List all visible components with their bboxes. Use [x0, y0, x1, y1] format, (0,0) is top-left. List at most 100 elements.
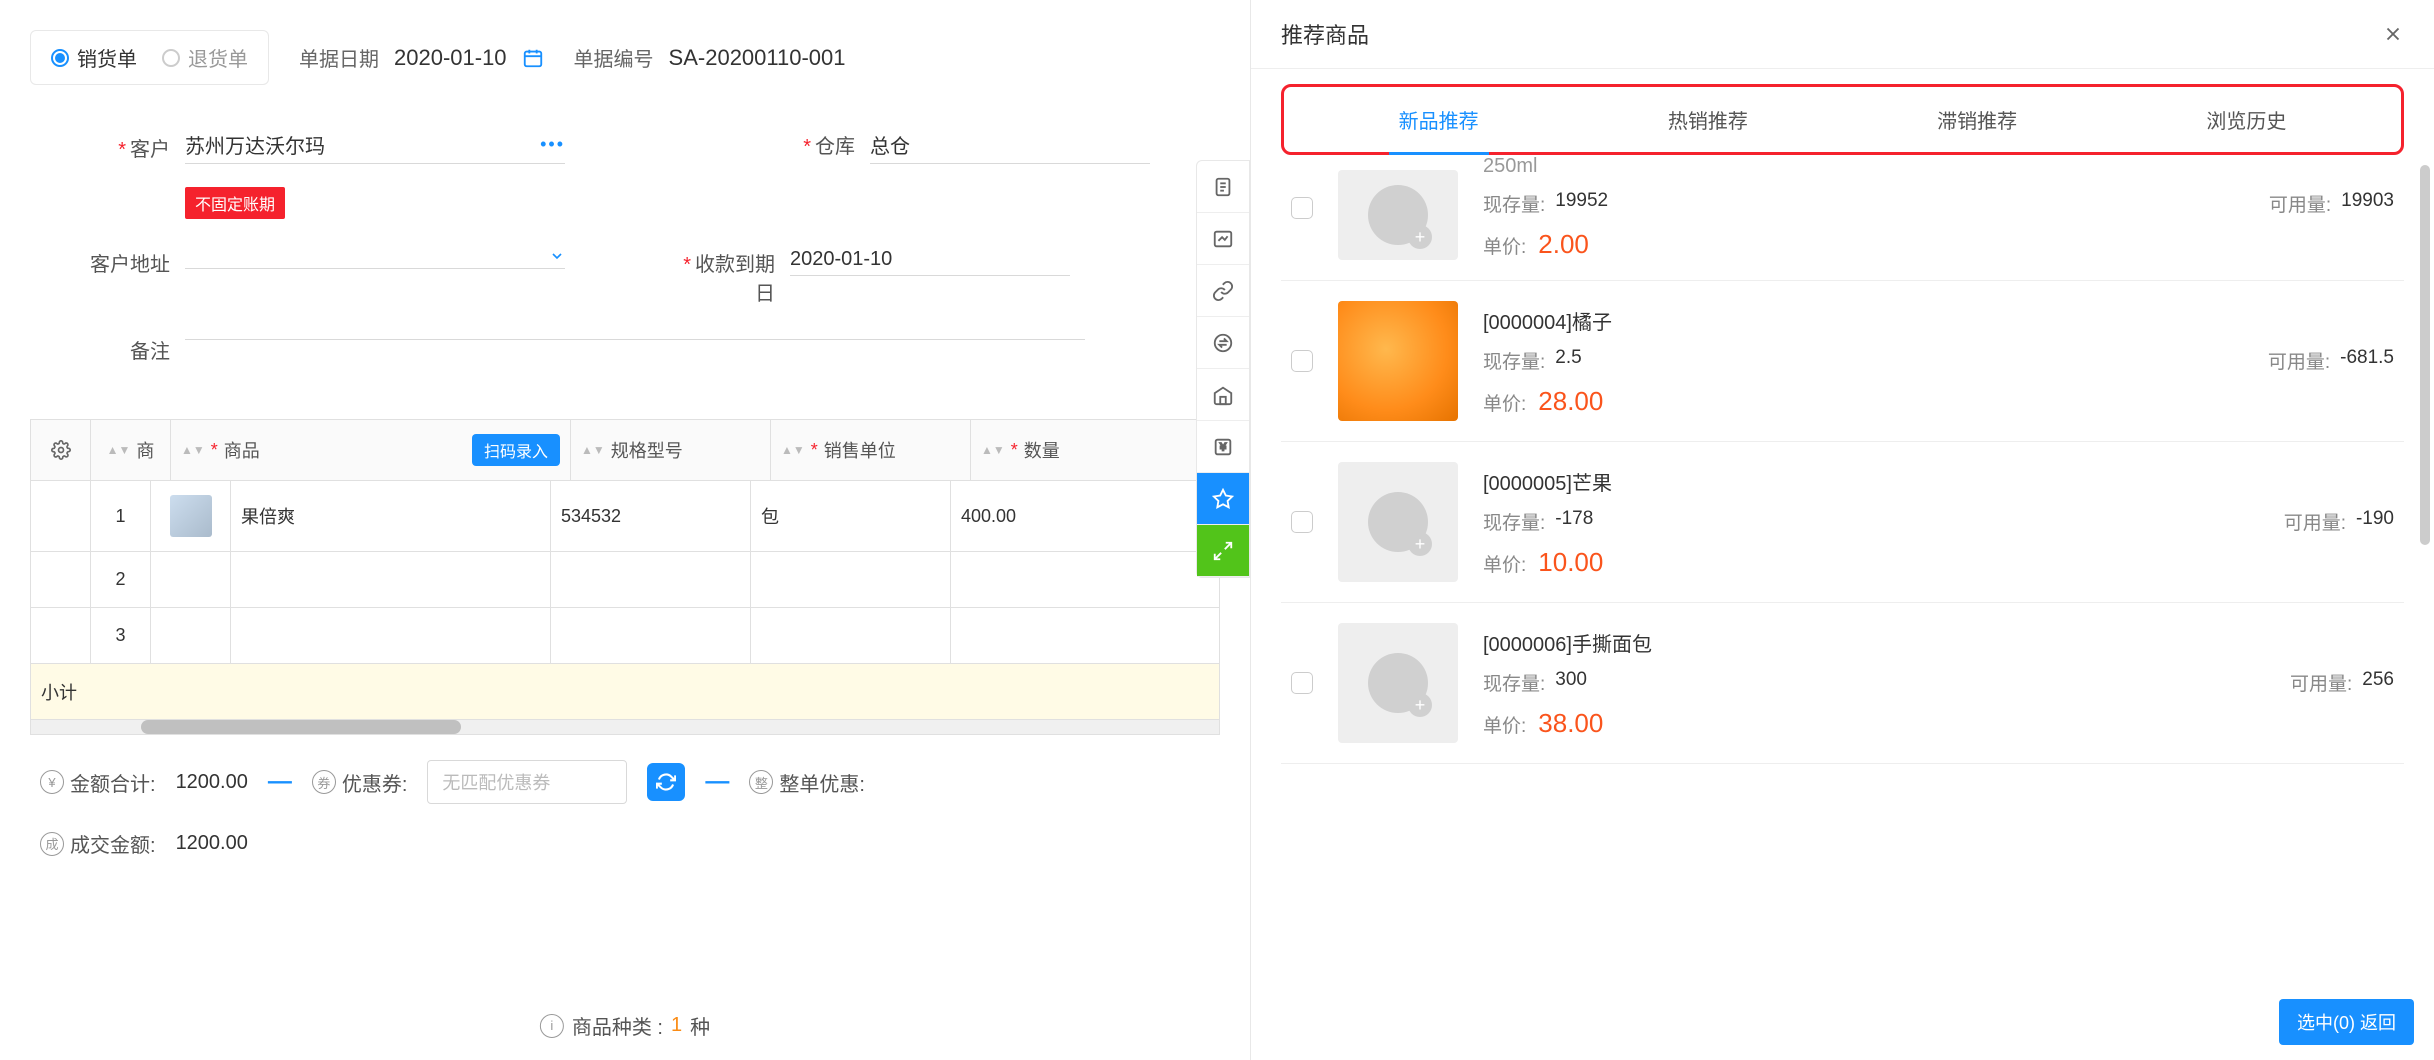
link-icon[interactable]	[1197, 265, 1249, 317]
exchange-icon[interactable]	[1197, 317, 1249, 369]
stock-value: -178	[1555, 508, 1593, 535]
price-label: 单价:	[1483, 389, 1526, 416]
table-row[interactable]: 3	[31, 608, 1219, 664]
cell-product[interactable]: 果倍爽	[231, 481, 551, 551]
more-icon[interactable]: •••	[540, 134, 565, 155]
recommend-item[interactable]: [0000004]橘子 现存量:2.5 可用量:-681.5 单价:28.00	[1281, 281, 2404, 442]
cell-spec[interactable]: 534532	[551, 481, 751, 551]
horizontal-scrollbar[interactable]	[31, 720, 1219, 734]
radio-label: 退货单	[188, 43, 248, 72]
product-name: [0000006]手撕面包	[1483, 628, 2394, 657]
calendar-icon[interactable]	[522, 47, 544, 69]
item-checkbox[interactable]	[1291, 350, 1313, 372]
product-image	[1338, 462, 1458, 582]
remark-input[interactable]	[185, 331, 1085, 340]
deal-icon: 成	[40, 832, 64, 856]
warehouse-input[interactable]: 总仓	[870, 126, 1150, 164]
price-value: 10.00	[1538, 547, 1603, 578]
recommend-tabs: 新品推荐 热销推荐 滞销推荐 浏览历史	[1281, 84, 2404, 155]
radio-dot-icon	[51, 49, 69, 67]
stock-value: 19952	[1555, 190, 1608, 217]
recommend-item[interactable]: [0000006]手撕面包 现存量:300 可用量:256 单价:38.00	[1281, 603, 2404, 764]
tab-slow-products[interactable]: 滞销推荐	[1917, 95, 2037, 144]
refresh-coupon-button[interactable]	[647, 763, 685, 801]
coupon-input[interactable]: 无匹配优惠券	[427, 760, 627, 804]
scan-input-badge[interactable]: 扫码录入	[472, 434, 560, 466]
radio-return-order[interactable]: 退货单	[162, 43, 248, 72]
tab-browse-history[interactable]: 浏览历史	[2186, 95, 2306, 144]
product-thumb	[170, 495, 212, 537]
col-spec[interactable]: ▲▼规格型号	[571, 420, 771, 480]
row-index: 3	[91, 608, 151, 663]
tab-hot-products[interactable]: 热销推荐	[1648, 95, 1768, 144]
product-name: [0000004]橘子	[1483, 306, 2394, 335]
warehouse-label: *仓库	[745, 126, 855, 159]
customer-input[interactable]: 苏州万达沃尔玛 •••	[185, 126, 565, 164]
recommend-title: 推荐商品	[1281, 18, 1369, 50]
doc-date-label: 单据日期	[299, 43, 379, 72]
item-checkbox[interactable]	[1291, 672, 1313, 694]
price-label: 单价:	[1483, 550, 1526, 577]
price-label: 单价:	[1483, 232, 1526, 259]
stock-label: 现存量:	[1483, 669, 1545, 696]
selected-return-button[interactable]: 选中(0) 返回	[2279, 999, 2414, 1045]
stock-value: 2.5	[1555, 347, 1581, 374]
coupon-icon: 券	[312, 770, 336, 794]
svg-text:¥: ¥	[1219, 441, 1227, 453]
table-row[interactable]: 1 果倍爽 534532 包 400.00	[31, 481, 1219, 552]
star-icon[interactable]	[1197, 473, 1249, 525]
product-image	[1338, 170, 1458, 260]
product-image	[1338, 623, 1458, 743]
col-product[interactable]: ▲▼*商品扫码录入	[171, 420, 571, 480]
price-value: 38.00	[1538, 708, 1603, 739]
tab-new-products[interactable]: 新品推荐	[1379, 95, 1499, 144]
cell-unit[interactable]: 包	[751, 481, 951, 551]
avail-label: 可用量:	[2284, 508, 2346, 535]
chart-icon[interactable]	[1197, 213, 1249, 265]
radio-label: 销货单	[77, 43, 137, 72]
recommend-item[interactable]: [0000005]芒果 现存量:-178 可用量:-190 单价:10.00	[1281, 442, 2404, 603]
customer-label: *客户	[60, 129, 170, 162]
price-value: 2.00	[1538, 229, 1589, 260]
radio-dot-icon	[162, 49, 180, 67]
item-checkbox[interactable]	[1291, 511, 1313, 533]
radio-sales-order[interactable]: 销货单	[51, 43, 137, 72]
due-date-label: *收款到期日	[665, 244, 775, 306]
expand-icon[interactable]	[1197, 525, 1249, 577]
avail-label: 可用量:	[2290, 669, 2352, 696]
currency-icon[interactable]: ¥	[1197, 421, 1249, 473]
vertical-scrollbar[interactable]	[2420, 165, 2430, 545]
stock-label: 现存量:	[1483, 508, 1545, 535]
close-icon[interactable]	[2382, 23, 2404, 45]
warehouse-icon[interactable]	[1197, 369, 1249, 421]
table-row[interactable]: 2	[31, 552, 1219, 608]
note-icon[interactable]	[1197, 161, 1249, 213]
doc-no-value: SA-20200110-001	[669, 45, 846, 71]
avail-value: -681.5	[2340, 347, 2394, 374]
discount-icon: 整	[749, 770, 773, 794]
col-qty[interactable]: ▲▼*数量	[971, 420, 1091, 480]
doc-no-label: 单据编号	[574, 43, 654, 72]
cell-qty[interactable]: 400.00	[951, 481, 1071, 551]
stock-value: 300	[1555, 669, 1587, 696]
due-date-input[interactable]: 2020-01-10	[790, 244, 1070, 276]
price-value: 28.00	[1538, 386, 1603, 417]
grid-settings-button[interactable]	[31, 420, 91, 480]
doc-date-value[interactable]: 2020-01-10	[394, 45, 507, 71]
account-period-tag: 不固定账期	[185, 187, 285, 219]
deal-amount-label: 成成交金额:	[40, 829, 156, 858]
col-unit[interactable]: ▲▼*销售单位	[771, 420, 971, 480]
line-items-grid: ▲▼商 ▲▼*商品扫码录入 ▲▼规格型号 ▲▼*销售单位 ▲▼*数量 1 果倍爽…	[30, 419, 1220, 735]
row-index: 2	[91, 552, 151, 607]
deal-amount-value: 1200.00	[176, 832, 248, 855]
item-checkbox[interactable]	[1291, 197, 1313, 219]
minus-icon: —	[705, 768, 729, 796]
avail-value: 19903	[2341, 190, 2394, 217]
col-image[interactable]: ▲▼商	[91, 420, 171, 480]
address-label: 客户地址	[60, 244, 170, 277]
address-select[interactable]	[185, 244, 565, 269]
product-image	[1338, 301, 1458, 421]
yen-icon: ¥	[40, 770, 64, 794]
avail-label: 可用量:	[2269, 190, 2331, 217]
recommend-item[interactable]: 250ml 现存量:19952 可用量:19903 单价:2.00	[1281, 155, 2404, 281]
